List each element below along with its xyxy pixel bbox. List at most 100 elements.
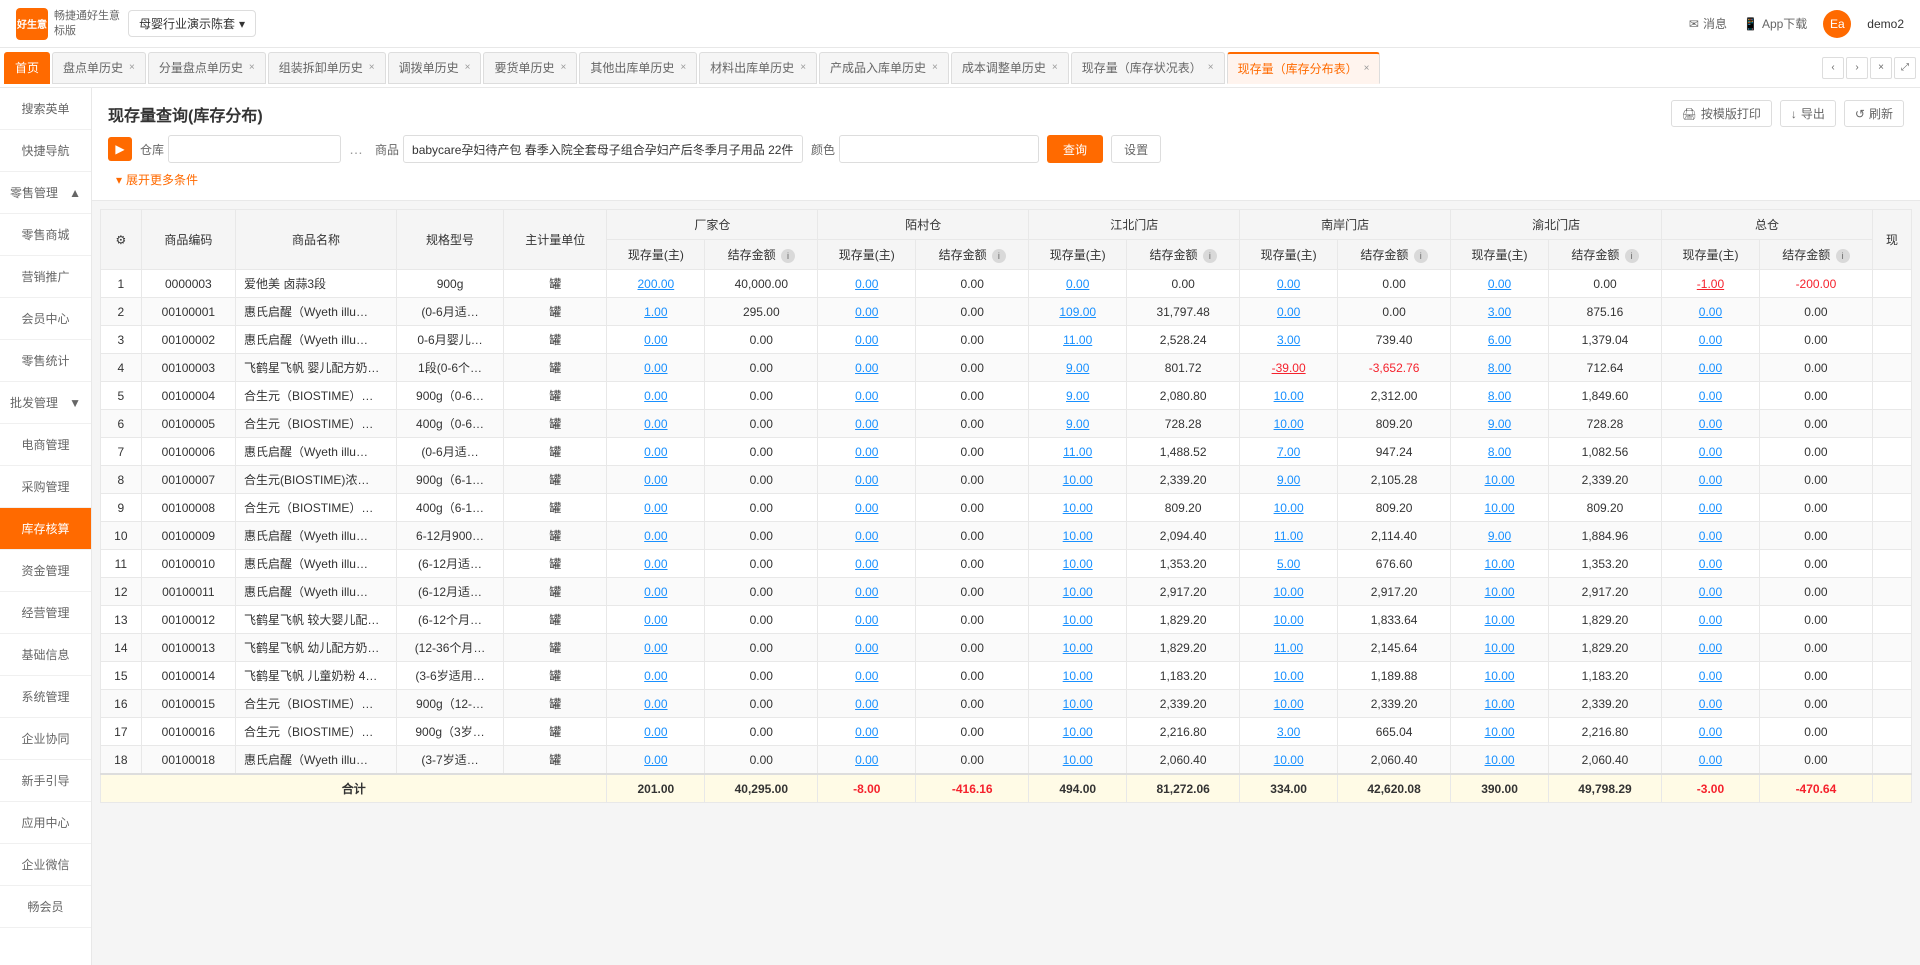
export-btn[interactable]: ↓ 导出 xyxy=(1780,100,1836,127)
close-icon[interactable]: × xyxy=(680,62,686,73)
tab-material-out[interactable]: 材料出库单历史 × xyxy=(699,52,817,84)
sidebar-item-purchase[interactable]: 采购管理 xyxy=(0,466,91,508)
tab-order[interactable]: 要货单历史 × xyxy=(483,52,577,84)
page-header: 现存量查询(库存分布) 🖨 按模版打印 ↓ 导出 ↺ 刷新 xyxy=(92,88,1920,201)
th-jb-qty: 现存量(主) xyxy=(1029,240,1127,270)
sidebar-item-ecommerce[interactable]: 电商管理 xyxy=(0,424,91,466)
expand-more-btn[interactable]: ▾ 展开更多条件 xyxy=(108,167,1904,192)
sidebar-item-system[interactable]: 系统管理 xyxy=(0,676,91,718)
export-icon: ↓ xyxy=(1791,107,1797,121)
data-table: ⚙ 商品编码 商品名称 规格型号 主计量单位 厂家仓 陌村仓 江北门店 南岸门店… xyxy=(100,209,1912,803)
print-btn[interactable]: 🖨 按模版打印 xyxy=(1671,100,1772,127)
nav-close-btn[interactable]: × xyxy=(1870,57,1892,79)
sidebar-item-retail-stats[interactable]: 零售统计 xyxy=(0,340,91,382)
app-download-btn[interactable]: 📱 App下载 xyxy=(1743,15,1807,32)
table-row: 1300100012飞鹤星飞帆 较大婴儿配…(6-12个月…罐0.000.000… xyxy=(101,606,1912,634)
top-bar-left: 好生意 畅捷通好生意 标版 母婴行业演示陈套 ▾ xyxy=(16,8,256,40)
tab-inventory-check[interactable]: 盘点单历史 × xyxy=(52,52,146,84)
sidebar-item-search[interactable]: 搜索英单 xyxy=(0,88,91,130)
sidebar-item-quick-nav[interactable]: 快捷导航 xyxy=(0,130,91,172)
sidebar-item-vip[interactable]: 畅会员 xyxy=(0,886,91,928)
table-row: 300100002惠氏启醒（Wyeth illu…0-6月婴儿…罐0.000.0… xyxy=(101,326,1912,354)
close-icon[interactable]: × xyxy=(369,62,375,73)
sidebar-item-app-center[interactable]: 应用中心 xyxy=(0,802,91,844)
th-na-qty: 现存量(主) xyxy=(1240,240,1338,270)
close-icon[interactable]: × xyxy=(249,62,255,73)
nav-expand-btn[interactable]: ⤢ xyxy=(1894,57,1916,79)
tab-assembly[interactable]: 组装拆卸单历史 × xyxy=(268,52,386,84)
filter-goods: 商品 xyxy=(375,135,803,163)
nav-left-btn[interactable]: ‹ xyxy=(1822,57,1844,79)
close-icon[interactable]: × xyxy=(932,62,938,73)
avatar[interactable]: Ea xyxy=(1823,10,1851,38)
th-settings-icon[interactable]: ⚙ xyxy=(101,210,142,270)
th-yubei-store: 渝北门店 xyxy=(1451,210,1662,240)
refresh-btn[interactable]: ↺ 刷新 xyxy=(1844,100,1904,127)
close-icon[interactable]: × xyxy=(465,62,471,73)
chevron-down-icon: ▼ xyxy=(69,396,81,410)
info-icon-mc[interactable]: i xyxy=(992,249,1006,263)
sidebar: 搜索英单 快捷导航 零售管理 ▲ 零售商城 营销推广 会员中心 零售统计 批发管… xyxy=(0,88,92,965)
table-row: 1100100010惠氏启醒（Wyeth illu…(6-12月适…罐0.000… xyxy=(101,550,1912,578)
main-layout: 搜索英单 快捷导航 零售管理 ▲ 零售商城 营销推广 会员中心 零售统计 批发管… xyxy=(0,88,1920,965)
tab-stock-distribution[interactable]: 现存量（库存分布表）× xyxy=(1227,52,1381,84)
th-factory-warehouse: 厂家仓 xyxy=(607,210,818,240)
close-icon[interactable]: × xyxy=(1208,62,1214,73)
sidebar-item-retail-mall[interactable]: 零售商城 xyxy=(0,214,91,256)
close-icon[interactable]: × xyxy=(560,62,566,73)
tab-home[interactable]: 首页 xyxy=(4,52,50,84)
table-row: 1500100014飞鹤星飞帆 儿童奶粉 4…(3-6岁适用…罐0.000.00… xyxy=(101,662,1912,690)
filter-color: 颜色 xyxy=(811,135,1039,163)
message-icon: ✉ xyxy=(1689,17,1699,31)
settings-btn[interactable]: 设置 xyxy=(1111,135,1161,163)
th-fj-qty: 现存量(主) xyxy=(607,240,705,270)
tab-cost-adjust[interactable]: 成本调整单历史 × xyxy=(951,52,1069,84)
sidebar-item-finance[interactable]: 资金管理 xyxy=(0,550,91,592)
tab-product-in[interactable]: 产成品入库单历史 × xyxy=(819,52,949,84)
color-input[interactable] xyxy=(839,135,1039,163)
summary-row: 合计201.0040,295.00-8.00-416.16494.0081,27… xyxy=(101,774,1912,803)
tab-partial-check[interactable]: 分量盘点单历史 × xyxy=(148,52,266,84)
color-label: 颜色 xyxy=(811,141,835,158)
warehouse-input[interactable] xyxy=(168,135,341,163)
query-btn[interactable]: 查询 xyxy=(1047,135,1103,163)
message-btn[interactable]: ✉ 消息 xyxy=(1689,15,1727,32)
page-title: 现存量查询(库存分布) xyxy=(108,102,263,126)
tab-transfer[interactable]: 调拨单历史 × xyxy=(388,52,482,84)
sidebar-item-weixin[interactable]: 企业微信 xyxy=(0,844,91,886)
close-icon[interactable]: × xyxy=(800,62,806,73)
top-bar: 好生意 畅捷通好生意 标版 母婴行业演示陈套 ▾ ✉ 消息 📱 App下载 Ea… xyxy=(0,0,1920,48)
tab-stock-status[interactable]: 现存量（库存状况表）× xyxy=(1071,52,1225,84)
sidebar-item-guide[interactable]: 新手引导 xyxy=(0,760,91,802)
info-icon-na[interactable]: i xyxy=(1414,249,1428,263)
goods-input[interactable] xyxy=(403,135,803,163)
filter-expand-btn[interactable]: ▶ xyxy=(108,137,132,161)
sidebar-item-basic-info[interactable]: 基础信息 xyxy=(0,634,91,676)
sidebar-item-retail-mgmt[interactable]: 零售管理 ▲ xyxy=(0,172,91,214)
th-mc-qty: 现存量(主) xyxy=(818,240,916,270)
nav-right-btn[interactable]: › xyxy=(1846,57,1868,79)
th-total-warehouse: 总仓 xyxy=(1662,210,1873,240)
info-icon-yb[interactable]: i xyxy=(1625,249,1639,263)
th-jb-amt: 结存金额 i xyxy=(1127,240,1240,270)
sidebar-item-enterprise[interactable]: 企业协同 xyxy=(0,718,91,760)
close-icon[interactable]: × xyxy=(1364,63,1370,74)
th-zc-amt: 结存金额 i xyxy=(1759,240,1872,270)
th-name: 商品名称 xyxy=(236,210,397,270)
table-row: 200100001惠氏启醒（Wyeth illu…(0-6月适…罐1.00295… xyxy=(101,298,1912,326)
close-icon[interactable]: × xyxy=(129,62,135,73)
sidebar-item-operations[interactable]: 经营管理 xyxy=(0,592,91,634)
industry-selector[interactable]: 母婴行业演示陈套 ▾ xyxy=(128,10,256,37)
info-icon-zc[interactable]: i xyxy=(1836,249,1850,263)
goods-label: 商品 xyxy=(375,141,399,158)
info-icon-fj[interactable]: i xyxy=(781,249,795,263)
info-icon-jb[interactable]: i xyxy=(1203,249,1217,263)
tab-other-out[interactable]: 其他出库单历史 × xyxy=(579,52,697,84)
table-row: 600100005合生元（BIOSTIME）…400g（0-6…罐0.000.0… xyxy=(101,410,1912,438)
sidebar-item-inventory[interactable]: 库存核算 xyxy=(0,508,91,550)
sidebar-item-member[interactable]: 会员中心 xyxy=(0,298,91,340)
warehouse-dots-btn[interactable]: … xyxy=(345,141,367,157)
sidebar-item-marketing[interactable]: 营销推广 xyxy=(0,256,91,298)
close-icon[interactable]: × xyxy=(1052,62,1058,73)
sidebar-item-wholesale[interactable]: 批发管理 ▼ xyxy=(0,382,91,424)
